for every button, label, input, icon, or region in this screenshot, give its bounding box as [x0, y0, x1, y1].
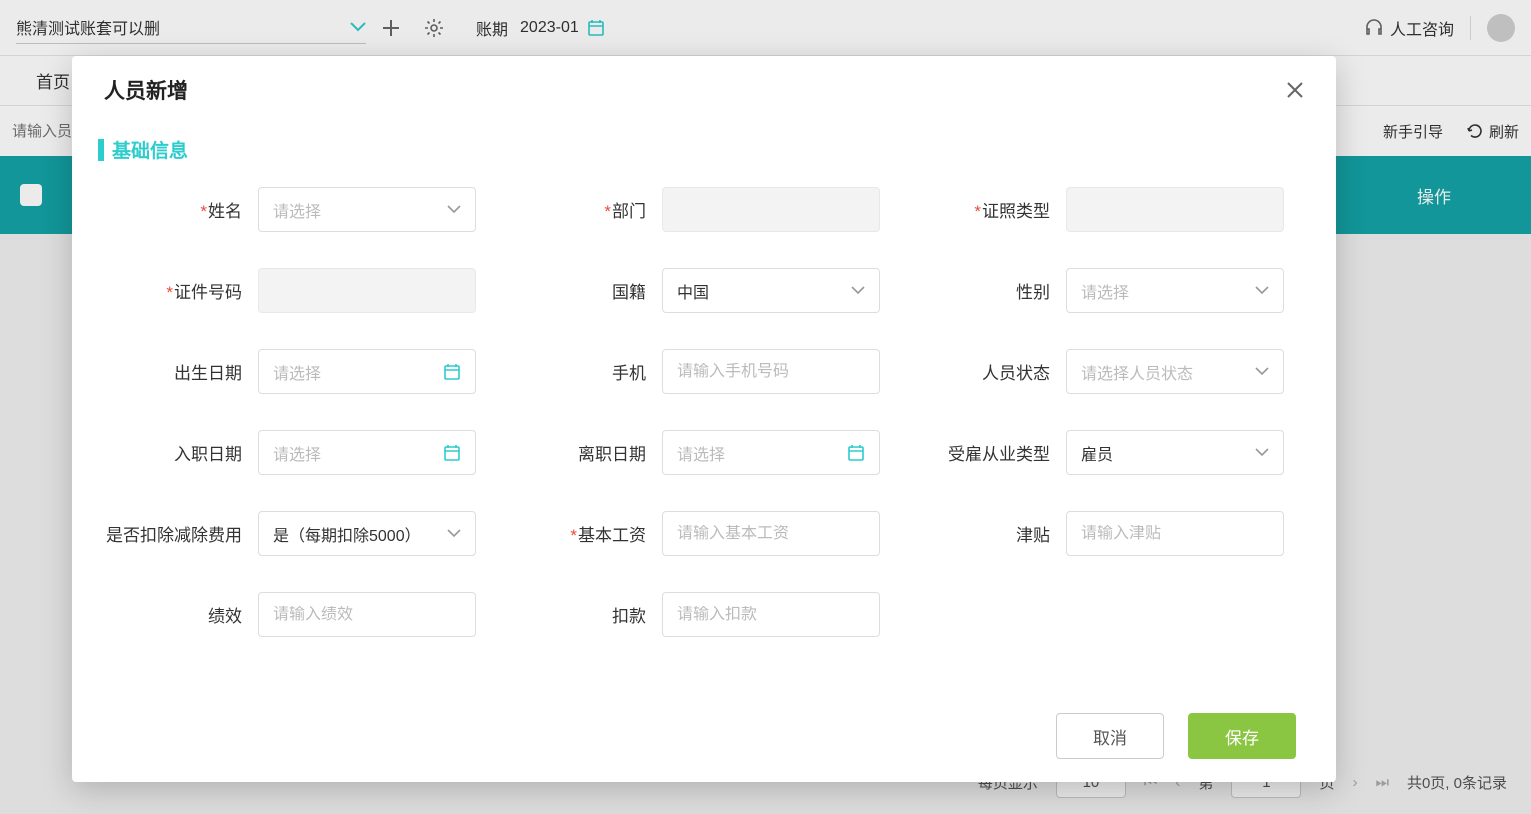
chevron-down-icon: [851, 286, 865, 295]
deduct-option-select[interactable]: 是（每期扣除5000）: [258, 511, 476, 556]
birth-date-label: 出生日期: [174, 364, 242, 383]
phone-label: 手机: [612, 364, 646, 383]
cert-no-input[interactable]: [258, 268, 476, 313]
deduct-option-label: 是否扣除减除费用: [106, 526, 242, 545]
nationality-label: 国籍: [612, 283, 646, 302]
nationality-select[interactable]: 中国: [662, 268, 880, 313]
cancel-button[interactable]: 取消: [1056, 713, 1164, 759]
base-salary-input[interactable]: [662, 511, 880, 556]
add-person-modal: 人员新增 基础信息 *姓名 请选择 *部门 *证照类型: [72, 56, 1336, 782]
calendar-icon: [847, 444, 865, 462]
chevron-down-icon: [1255, 367, 1269, 376]
birth-date-picker[interactable]: 请选择: [258, 349, 476, 394]
deduction-label: 扣款: [612, 607, 646, 626]
close-icon[interactable]: [1286, 81, 1304, 99]
cert-type-label: 证照类型: [982, 202, 1050, 221]
deduction-input[interactable]: [662, 592, 880, 637]
performance-input[interactable]: [258, 592, 476, 637]
cert-no-label: 证件号码: [174, 283, 242, 302]
modal-footer: 取消 保存: [72, 690, 1336, 782]
employment-type-label: 受雇从业类型: [948, 445, 1050, 464]
section-indicator: [98, 139, 104, 161]
name-select[interactable]: 请选择: [258, 187, 476, 232]
cert-type-input[interactable]: [1066, 187, 1284, 232]
department-input[interactable]: [662, 187, 880, 232]
modal-title: 人员新增: [104, 75, 188, 105]
base-salary-label: 基本工资: [578, 526, 646, 545]
gender-select[interactable]: 请选择: [1066, 268, 1284, 313]
gender-label: 性别: [1016, 283, 1050, 302]
save-button[interactable]: 保存: [1188, 713, 1296, 759]
chevron-down-icon: [447, 529, 461, 538]
chevron-down-icon: [447, 205, 461, 214]
phone-input[interactable]: [662, 349, 880, 394]
chevron-down-icon: [1255, 286, 1269, 295]
section-basic-info: 基础信息: [98, 136, 1320, 163]
modal-body: 基础信息 *姓名 请选择 *部门 *证照类型 *证件号码: [72, 124, 1336, 690]
department-label: 部门: [612, 202, 646, 221]
emp-status-label: 人员状态: [982, 364, 1050, 383]
leave-date-picker[interactable]: 请选择: [662, 430, 880, 475]
performance-label: 绩效: [208, 607, 242, 626]
calendar-icon: [443, 363, 461, 381]
hire-date-picker[interactable]: 请选择: [258, 430, 476, 475]
allowance-input[interactable]: [1066, 511, 1284, 556]
chevron-down-icon: [1255, 448, 1269, 457]
modal-header: 人员新增: [72, 56, 1336, 124]
calendar-icon: [443, 444, 461, 462]
allowance-label: 津贴: [1016, 526, 1050, 545]
employment-type-select[interactable]: 雇员: [1066, 430, 1284, 475]
leave-date-label: 离职日期: [578, 445, 646, 464]
emp-status-select[interactable]: 请选择人员状态: [1066, 349, 1284, 394]
hire-date-label: 入职日期: [174, 445, 242, 464]
name-label: 姓名: [208, 202, 242, 221]
